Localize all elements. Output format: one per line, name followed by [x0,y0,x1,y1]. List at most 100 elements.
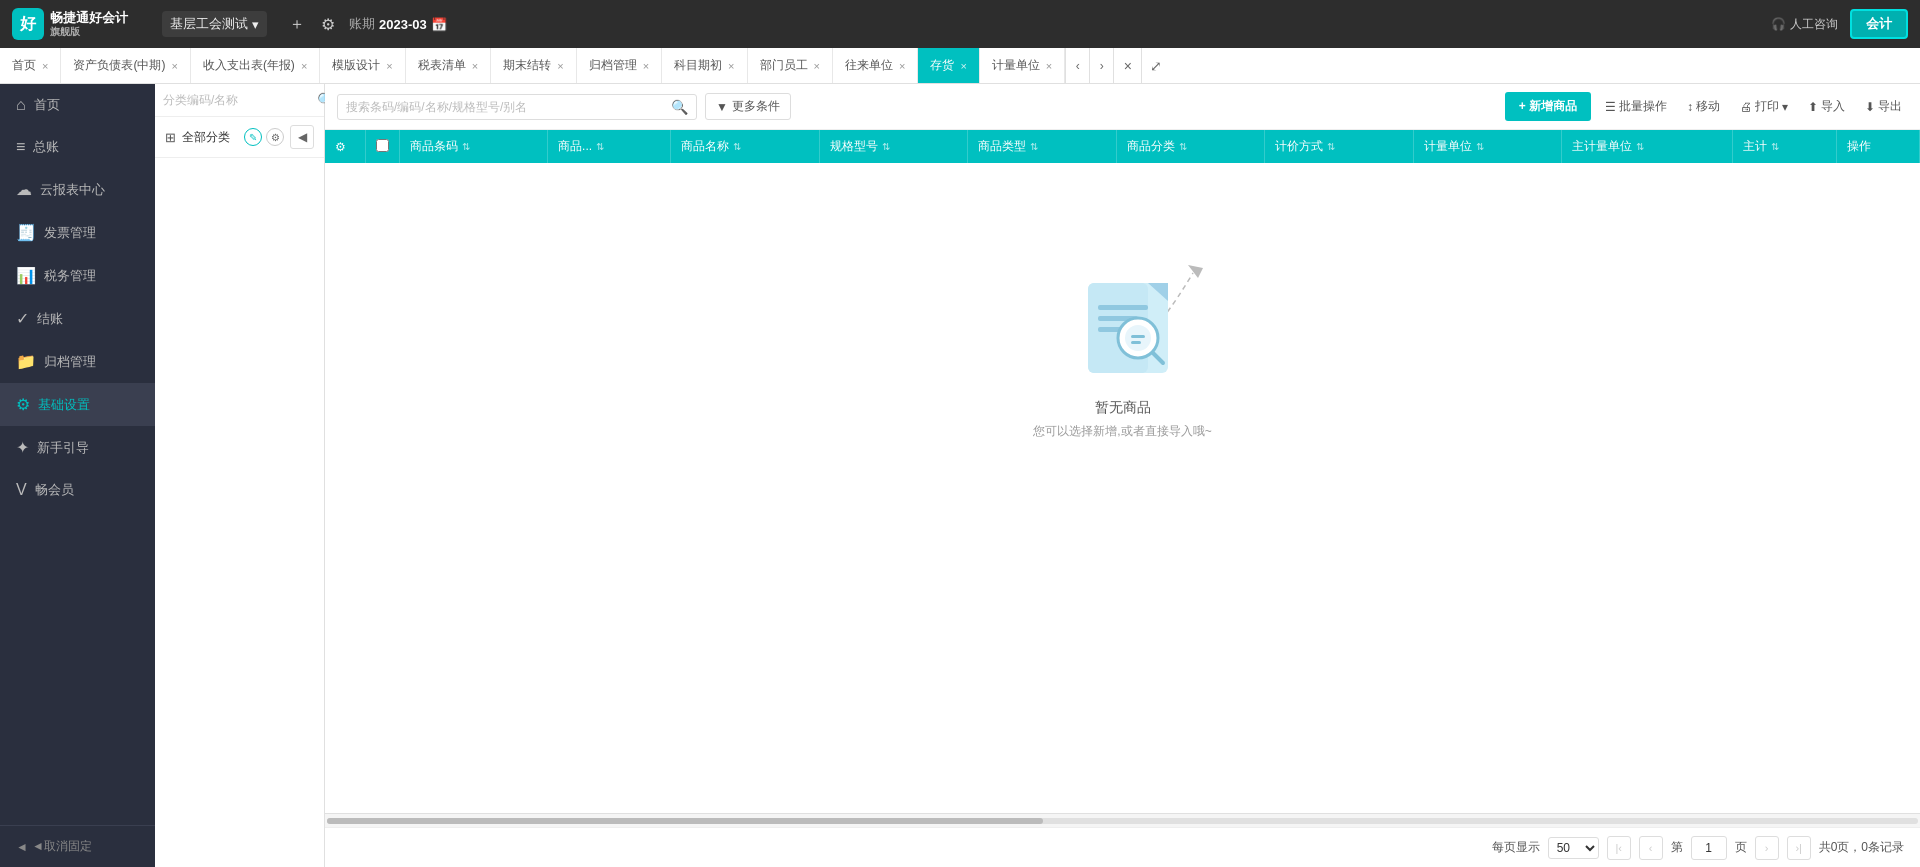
tab-balance-sheet[interactable]: 资产负债表(中期) × [61,48,190,83]
tab-archive-close[interactable]: × [643,60,649,72]
headset-icon: 🎧 [1771,17,1786,31]
scrollbar-track[interactable] [327,818,1918,824]
batch-label: 批量操作 [1619,98,1667,115]
col-category[interactable]: 商品分类 ⇅ [1116,130,1265,163]
tab-subject-init[interactable]: 科目期初 × [662,48,747,83]
col-spec[interactable]: 规格型号 ⇅ [819,130,968,163]
sidebar-item-settle-label: 结账 [37,310,63,328]
tab-template[interactable]: 模版设计 × [320,48,405,83]
tab-department[interactable]: 部门员工 × [748,48,833,83]
sidebar-item-ledger[interactable]: ≡ 总账 [0,126,155,168]
period-value: 2023-03 [379,17,427,32]
tab-carry-forward[interactable]: 期末结转 × [491,48,576,83]
tab-unit[interactable]: 计量单位 × [980,48,1065,83]
sidebar-unpin-btn[interactable]: ◄ ◄取消固定 [0,825,155,867]
page-first-btn[interactable]: |‹ [1607,836,1631,860]
page-size-select[interactable]: 10 20 50 100 [1548,837,1599,859]
tab-contacts[interactable]: 往来单位 × [833,48,918,83]
category-all-label[interactable]: 全部分类 [182,129,238,146]
col-checkbox[interactable] [365,130,399,163]
category-header: ⊞ 全部分类 ✎ ⚙ ◀ [155,117,324,158]
tab-carry-close[interactable]: × [557,60,563,72]
tab-subject-init-label: 科目期初 [674,57,722,74]
user-account-btn[interactable]: 会计 [1850,9,1908,39]
tab-tax[interactable]: 税表清单 × [406,48,491,83]
unpin-label: ◄取消固定 [32,838,92,855]
col-name[interactable]: 商品名称 ⇅ [670,130,819,163]
tab-inventory[interactable]: 存货 × [918,48,979,83]
sidebar-item-ledger-label: 总账 [33,138,59,156]
customer-service-btn[interactable]: 🎧 人工咨询 [1771,16,1838,33]
tab-subject-close[interactable]: × [728,60,734,72]
sidebar-item-settle[interactable]: ✓ 结账 [0,297,155,340]
page-last-btn[interactable]: ›| [1787,836,1811,860]
company-selector[interactable]: 基层工会测试 ▾ [162,11,267,37]
add-product-btn[interactable]: + 新增商品 [1505,92,1591,121]
category-search-input[interactable] [163,93,313,107]
page-prev-btn[interactable]: ‹ [1639,836,1663,860]
move-btn[interactable]: ↕ 移动 [1681,94,1726,119]
tab-template-close[interactable]: × [386,60,392,72]
tab-home[interactable]: 首页 × [0,48,61,83]
settings-btn[interactable]: ⚙ [317,11,339,38]
calendar-icon[interactable]: 📅 [431,17,447,32]
tab-nav-right[interactable]: › [1089,48,1113,83]
print-dropdown-icon: ▾ [1782,100,1788,114]
col-unit-label: 计量单位 [1424,138,1472,155]
sidebar-item-tax[interactable]: 📊 税务管理 [0,254,155,297]
tab-tax-close[interactable]: × [472,60,478,72]
sidebar-item-basic-settings[interactable]: ⚙ 基础设置 [0,383,155,426]
scrollbar-area[interactable] [325,813,1920,827]
add-tab-btn[interactable]: ＋ [285,10,309,39]
page-number-input[interactable] [1691,836,1727,860]
sidebar-item-invoice[interactable]: 🧾 发票管理 [0,211,155,254]
sidebar-item-guide[interactable]: ✦ 新手引导 [0,426,155,469]
member-icon: V [16,481,27,499]
category-settings-btn[interactable]: ⚙ [266,128,284,146]
col-barcode[interactable]: 商品条码 ⇅ [399,130,548,163]
tab-home-close[interactable]: × [42,60,48,72]
select-all-checkbox[interactable] [376,139,389,152]
tab-income-close[interactable]: × [301,60,307,72]
category-edit-btn[interactable]: ✎ [244,128,262,146]
tab-nav-left[interactable]: ‹ [1065,48,1089,83]
col-main-unit[interactable]: 主计量单位 ⇅ [1562,130,1733,163]
print-btn[interactable]: 🖨 打印 ▾ [1734,94,1794,119]
tab-unit-close[interactable]: × [1046,60,1052,72]
batch-operation-btn[interactable]: ☰ 批量操作 [1599,94,1673,119]
unpin-icon: ◄ [16,840,28,854]
tab-archive[interactable]: 归档管理 × [577,48,662,83]
sidebar-item-cloud-report[interactable]: ☁ 云报表中心 [0,168,155,211]
product-search-input[interactable] [346,100,667,114]
tab-dept-close[interactable]: × [814,60,820,72]
category-collapse-btn[interactable]: ◀ [290,125,314,149]
col-code[interactable]: 商品... ⇅ [548,130,671,163]
product-search-icon[interactable]: 🔍 [671,99,688,115]
page-next-btn[interactable]: › [1755,836,1779,860]
top-right: 🎧 人工咨询 会计 [1771,9,1908,39]
tab-inventory-close[interactable]: × [960,60,966,72]
col-main-count[interactable]: 主计 ⇅ [1732,130,1837,163]
col-settings[interactable]: ⚙ [325,130,365,163]
import-btn[interactable]: ⬆ 导入 [1802,94,1851,119]
tab-income[interactable]: 收入支出表(年报) × [191,48,320,83]
more-filter-btn[interactable]: ▼ 更多条件 [705,93,791,120]
tab-expand[interactable]: ⤢ [1141,48,1169,83]
col-price-method[interactable]: 计价方式 ⇅ [1265,130,1414,163]
scrollbar-thumb[interactable] [327,818,1043,824]
tab-balance-close[interactable]: × [171,60,177,72]
product-search-box[interactable]: 🔍 [337,94,697,120]
tab-contacts-close[interactable]: × [899,60,905,72]
tax-icon: 📊 [16,266,36,285]
sidebar-item-member[interactable]: V 畅会员 [0,469,155,511]
sidebar-item-archive[interactable]: 📁 归档管理 [0,340,155,383]
import-label: 导入 [1821,98,1845,115]
col-type[interactable]: 商品类型 ⇅ [968,130,1117,163]
col-unit[interactable]: 计量单位 ⇅ [1413,130,1562,163]
tab-inventory-label: 存货 [930,57,954,74]
export-btn[interactable]: ⬇ 导出 [1859,94,1908,119]
tab-close-all[interactable]: × [1113,48,1141,83]
col-barcode-label: 商品条码 [410,138,458,155]
settings-sidebar-icon: ⚙ [16,395,30,414]
sidebar-item-home[interactable]: ⌂ 首页 [0,84,155,126]
